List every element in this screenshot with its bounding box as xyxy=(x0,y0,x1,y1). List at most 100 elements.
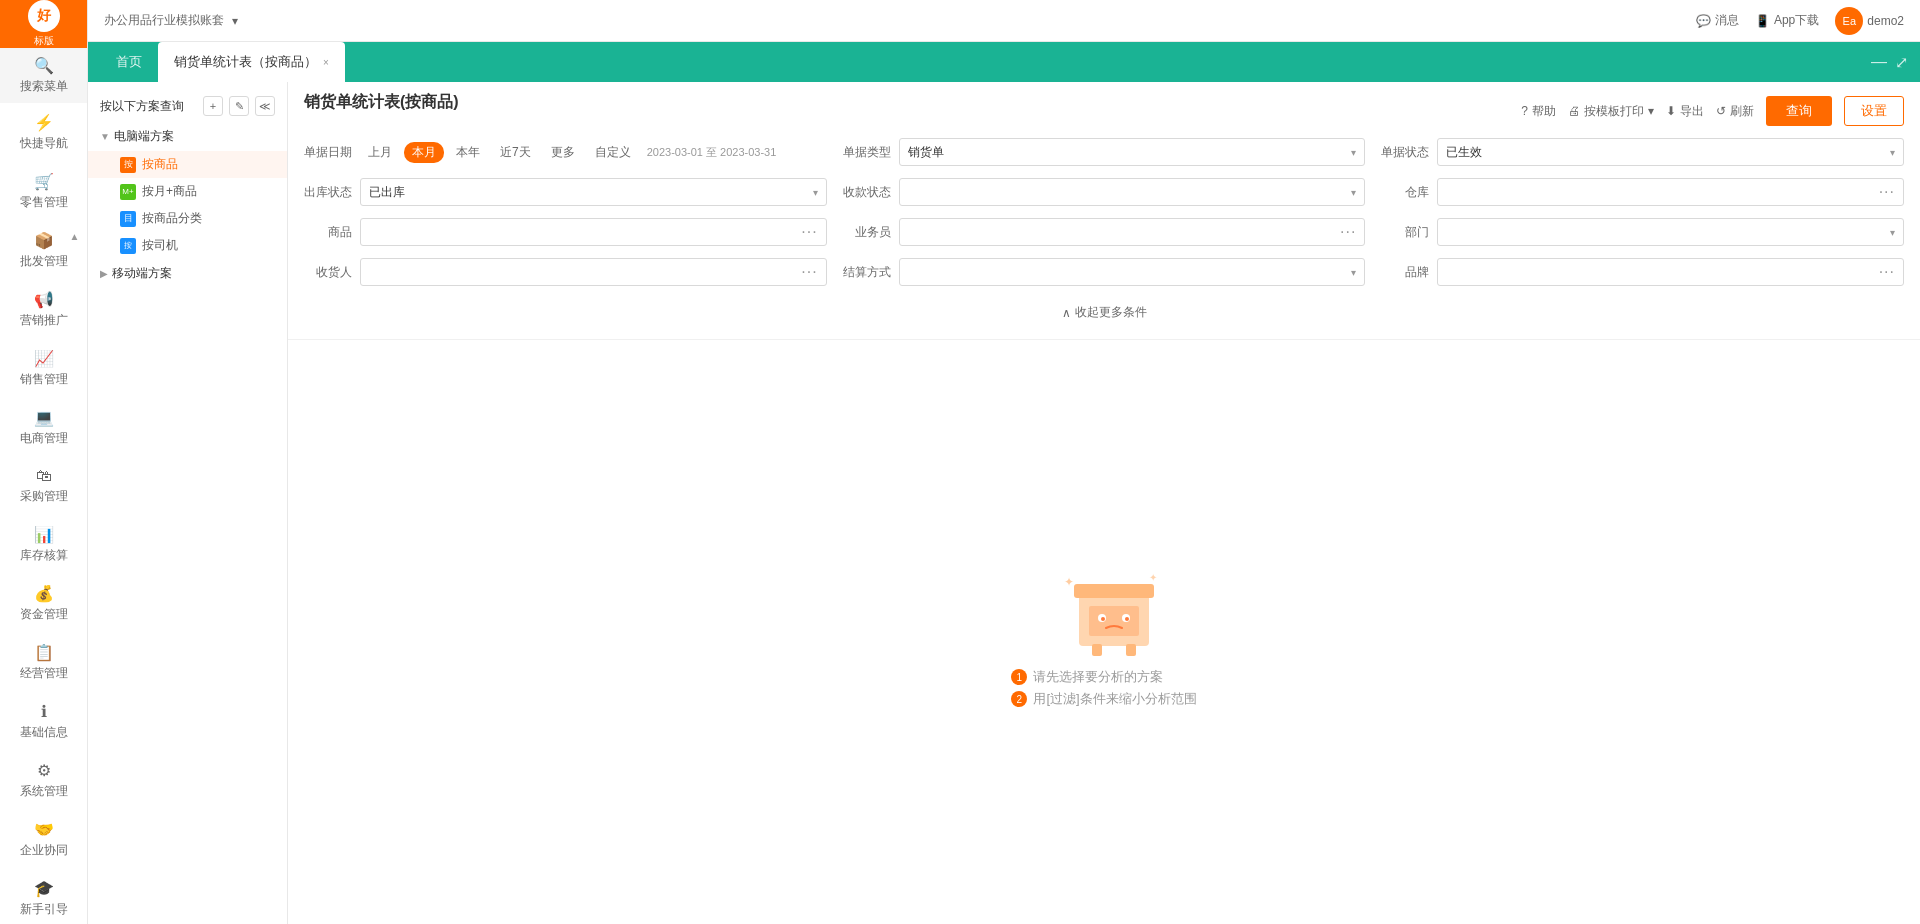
query-button[interactable]: 查询 xyxy=(1766,96,1832,126)
out-status-label: 出库状态 xyxy=(304,184,352,201)
bill-status-value: 已生效 xyxy=(1446,144,1482,161)
logo[interactable]: 好 标版 xyxy=(0,0,88,48)
date-last-month[interactable]: 上月 xyxy=(360,142,400,163)
retail-icon: 🛒 xyxy=(34,172,54,191)
tree-item-by-goods[interactable]: 按 按商品 xyxy=(88,151,287,178)
dept-select[interactable]: ▾ xyxy=(1437,218,1904,246)
collab-icon: 🤝 xyxy=(34,820,54,839)
sidebar-item-inventory[interactable]: 📊 库存核算 xyxy=(0,515,88,574)
sidebar-item-search[interactable]: 🔍 搜索菜单 xyxy=(0,48,88,103)
sidebar-item-system[interactable]: ⚙ 系统管理 xyxy=(0,751,88,810)
sidebar-item-label: 批发管理 xyxy=(20,253,68,270)
export-icon: ⬇ xyxy=(1666,104,1676,118)
sidebar-item-operations[interactable]: 📋 经营管理 xyxy=(0,633,88,692)
tree-section-mobile[interactable]: ▶ 移动端方案 xyxy=(88,259,287,288)
workspace-name: 办公用品行业模拟账套 xyxy=(104,12,224,29)
tab-home[interactable]: 首页 xyxy=(100,42,158,82)
sidebar: 好 标版 🔍 搜索菜单 ⚡ 快捷导航 🛒 零售管理 📦 批发管理 ▲ 📢 营销推… xyxy=(0,0,88,924)
help-button[interactable]: ? 帮助 xyxy=(1521,103,1556,120)
workspace-selector[interactable]: 办公用品行业模拟账套 ▾ xyxy=(104,12,238,29)
recv-status-select[interactable]: ▾ xyxy=(899,178,1366,206)
refresh-icon: ↺ xyxy=(1716,104,1726,118)
page-title: 销货单统计表(按商品) xyxy=(304,92,1521,113)
sidebar-item-ecommerce[interactable]: 💻 电商管理 xyxy=(0,398,88,457)
header-right: 💬 消息 📱 App下载 Ea demo2 xyxy=(1696,7,1904,35)
date-more[interactable]: 更多 xyxy=(543,142,583,163)
print-icon: 🖨 xyxy=(1568,104,1580,118)
tree-item-by-category[interactable]: 目 按商品分类 xyxy=(88,205,287,232)
tab-expand-icon[interactable]: ⤢ xyxy=(1895,53,1908,72)
warehouse-dots: ··· xyxy=(1879,183,1895,201)
salesperson-input[interactable]: ··· xyxy=(899,218,1366,246)
date-7days[interactable]: 近7天 xyxy=(492,142,539,163)
collapse-button[interactable]: ∧ 收起更多条件 xyxy=(304,298,1904,327)
tree-item-by-month-goods[interactable]: M+ 按月+商品 xyxy=(88,178,287,205)
date-this-month[interactable]: 本月 xyxy=(404,142,444,163)
bill-status-select[interactable]: 已生效 ▾ xyxy=(1437,138,1904,166)
edit-scheme-button[interactable]: ✎ xyxy=(229,96,249,116)
tab-active-label: 销货单统计表（按商品） xyxy=(174,53,317,71)
message-button[interactable]: 💬 消息 xyxy=(1696,12,1739,29)
sidebar-item-wholesale[interactable]: 📦 批发管理 ▲ xyxy=(0,221,88,280)
sidebar-item-sales[interactable]: 📈 销售管理 xyxy=(0,339,88,398)
sidebar-item-marketing[interactable]: 📢 营销推广 xyxy=(0,280,88,339)
sidebar-item-purchase[interactable]: 🛍 采购管理 xyxy=(0,457,88,515)
sidebar-item-basic-info[interactable]: ℹ 基础信息 xyxy=(0,692,88,751)
tree-section-pc[interactable]: ▼ 电脑端方案 xyxy=(88,122,287,151)
collapse-up-icon: ∧ xyxy=(1062,306,1071,320)
user-menu[interactable]: Ea demo2 xyxy=(1835,7,1904,35)
svg-text:✦: ✦ xyxy=(1064,575,1074,589)
page-action-area: ? 帮助 🖨 按模板打印 ▾ ⬇ 导出 ↺ 刷新 xyxy=(1521,92,1904,126)
brand-input[interactable]: ··· xyxy=(1437,258,1904,286)
svg-point-5 xyxy=(1101,617,1105,621)
wholesale-icon: 📦 xyxy=(34,231,54,250)
tree-item-label: 按商品分类 xyxy=(142,210,202,227)
empty-tips: 1 请先选择要分析的方案 2 用[过滤]条件来缩小分析范围 xyxy=(1011,668,1196,708)
tree-section-pc-label: 电脑端方案 xyxy=(114,128,174,145)
main-area: 办公用品行业模拟账套 ▾ 💬 消息 📱 App下载 Ea demo2 首页 销货… xyxy=(88,0,1920,924)
filter-row-3: 商品 ··· 业务员 ··· 部门 xyxy=(304,218,1904,246)
tab-active[interactable]: 销货单统计表（按商品） × xyxy=(158,42,345,82)
date-this-year[interactable]: 本年 xyxy=(448,142,488,163)
refresh-button[interactable]: ↺ 刷新 xyxy=(1716,103,1754,120)
panel-header: 按以下方案查询 + ✎ ≪ xyxy=(88,90,287,122)
empty-state: ✦ ✦ 1 请先选择要分析的方案 2 用[过滤]条件来缩小分析范围 xyxy=(288,340,1920,924)
sidebar-item-guide[interactable]: 🎓 新手引导 xyxy=(0,869,88,924)
sidebar-item-retail[interactable]: 🛒 零售管理 xyxy=(0,162,88,221)
sidebar-item-label: 企业协同 xyxy=(20,842,68,859)
right-panel: 销货单统计表(按商品) ? 帮助 🖨 按模板打印 ▾ ⬇ 导出 xyxy=(288,82,1920,924)
settings-button[interactable]: 设置 xyxy=(1844,96,1904,126)
by-month-icon: M+ xyxy=(120,184,136,200)
print-button[interactable]: 🖨 按模板打印 ▾ xyxy=(1568,103,1654,120)
sidebar-item-collab[interactable]: 🤝 企业协同 xyxy=(0,810,88,869)
filter-out-status: 出库状态 已出库 ▾ xyxy=(304,178,827,206)
add-scheme-button[interactable]: + xyxy=(203,96,223,116)
tab-minimize-icon[interactable]: — xyxy=(1871,53,1887,72)
sidebar-item-label: 库存核算 xyxy=(20,547,68,564)
receiver-input[interactable]: ··· xyxy=(360,258,827,286)
sales-icon: 📈 xyxy=(34,349,54,368)
salesperson-dots: ··· xyxy=(1340,223,1356,241)
sidebar-item-label: 资金管理 xyxy=(20,606,68,623)
bill-type-select[interactable]: 销货单 ▾ xyxy=(899,138,1366,166)
export-label: 导出 xyxy=(1680,103,1704,120)
left-panel: 按以下方案查询 + ✎ ≪ ▼ 电脑端方案 按 按商品 M+ 按月+商品 xyxy=(88,82,288,924)
tree-item-by-driver[interactable]: 按 按司机 xyxy=(88,232,287,259)
export-button[interactable]: ⬇ 导出 xyxy=(1666,103,1704,120)
empty-illustration: ✦ ✦ xyxy=(1054,556,1154,656)
sidebar-item-finance[interactable]: 💰 资金管理 xyxy=(0,574,88,633)
settle-chevron: ▾ xyxy=(1351,267,1356,278)
goods-input[interactable]: ··· xyxy=(360,218,827,246)
tab-close-icon[interactable]: × xyxy=(323,57,329,68)
collapse-panel-button[interactable]: ≪ xyxy=(255,96,275,116)
sidebar-item-quick-nav[interactable]: ⚡ 快捷导航 xyxy=(0,103,88,162)
out-status-select[interactable]: 已出库 ▾ xyxy=(360,178,827,206)
app-download-button[interactable]: 📱 App下载 xyxy=(1755,12,1819,29)
date-custom[interactable]: 自定义 xyxy=(587,142,639,163)
filter-row-1: 单据日期 上月 本月 本年 近7天 更多 自定义 2023-03-01 至 20… xyxy=(304,138,1904,166)
sidebar-item-label: 搜索菜单 xyxy=(20,78,68,95)
settle-select[interactable]: ▾ xyxy=(899,258,1366,286)
recv-status-label: 收款状态 xyxy=(843,184,891,201)
warehouse-input[interactable]: ··· xyxy=(1437,178,1904,206)
panel-title: 按以下方案查询 xyxy=(100,98,184,115)
